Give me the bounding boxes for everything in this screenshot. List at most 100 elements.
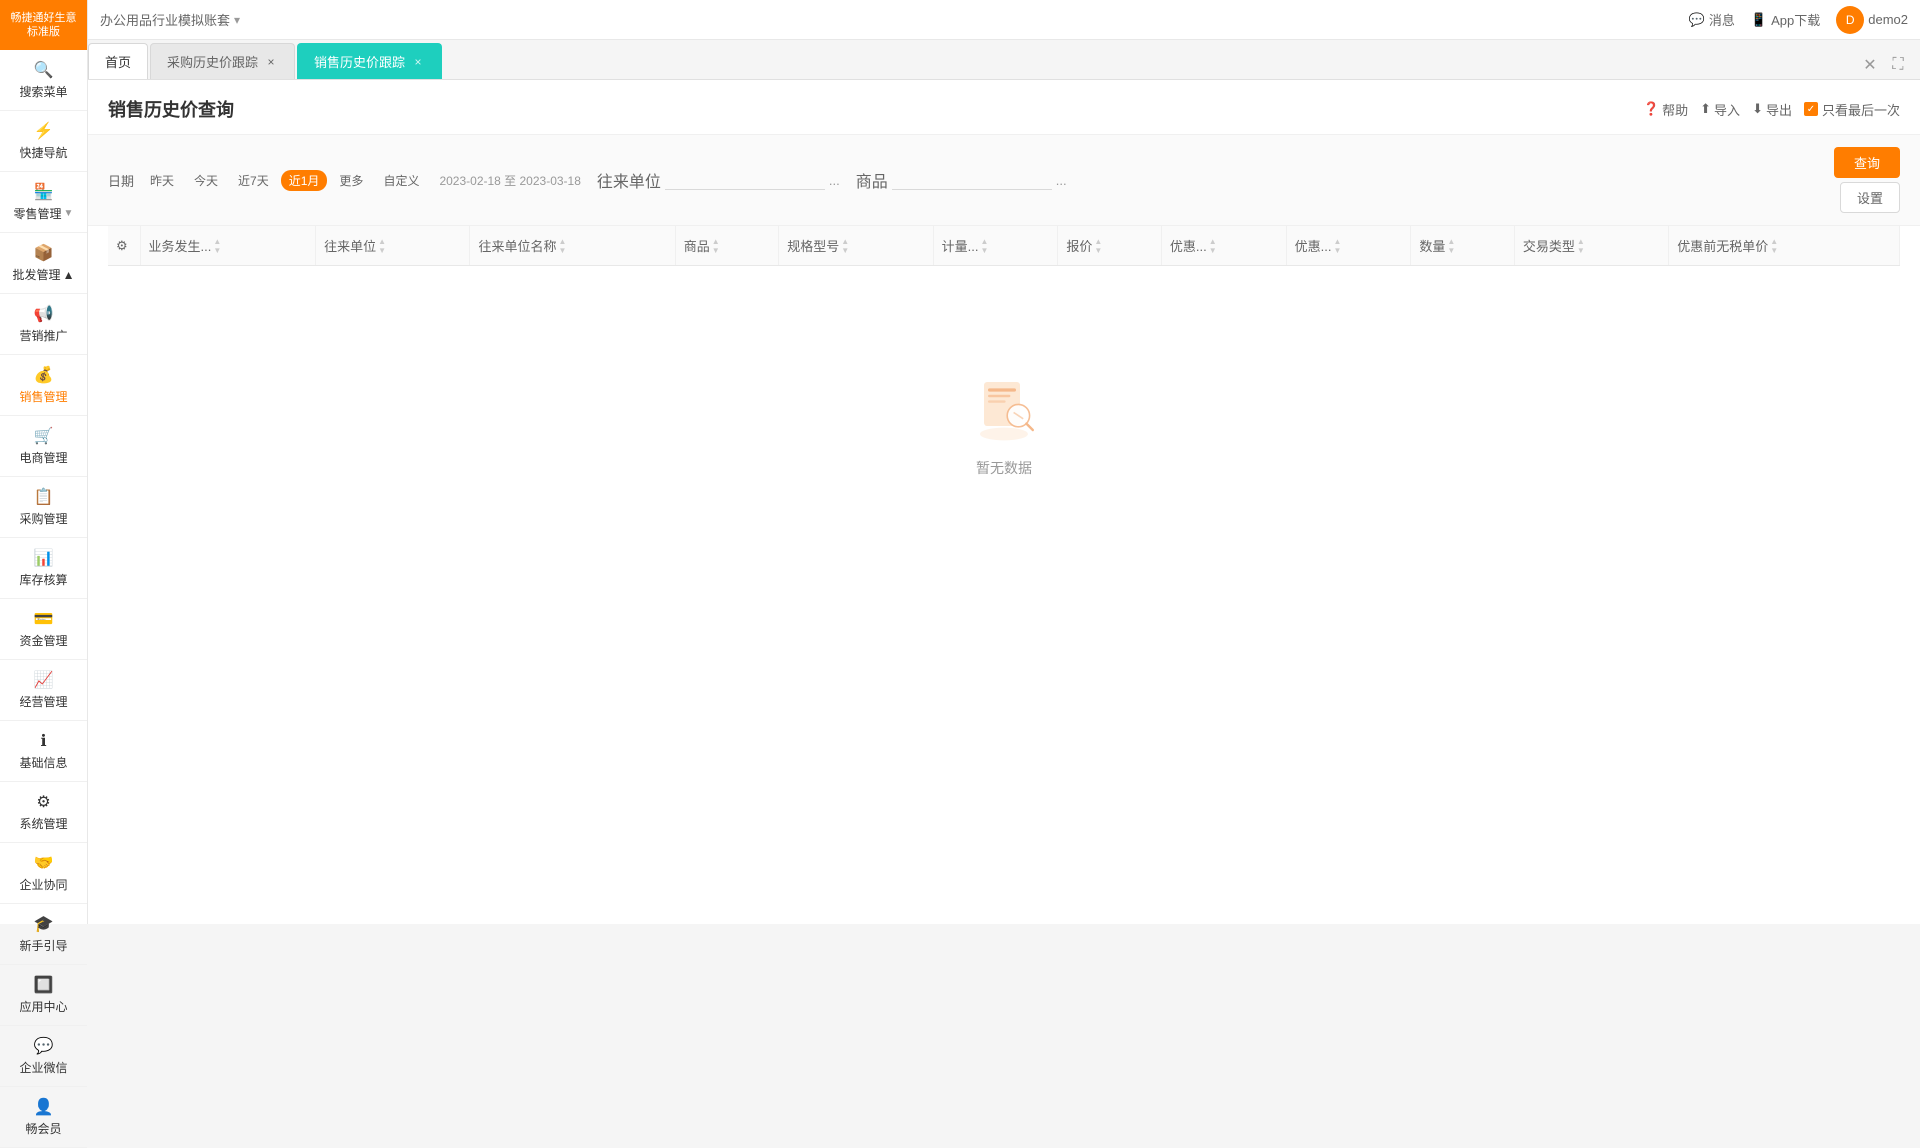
date-chip-custom[interactable]: 自定义 (375, 170, 427, 191)
sidebar-item-label: 销售管理 (19, 388, 67, 405)
table-container: ⚙ 业务发生... ▲▼ 往来单位 ▲▼ (88, 226, 1920, 578)
date-chips: 昨天 今天 近7天 近1月 更多 自定义 (142, 170, 427, 191)
sidebar-item-search[interactable]: 🔍 搜索菜单 (0, 50, 87, 111)
sidebar-item-apps[interactable]: 🔲 应用中心 (0, 965, 87, 1026)
sidebar-item-basic[interactable]: ℹ 基础信息 (0, 721, 87, 782)
wholesale-icon: 📦 (34, 243, 54, 263)
table-col-partner-code[interactable]: 往来单位 ▲▼ (316, 226, 470, 266)
tab-sales-close-icon[interactable]: × (411, 55, 425, 69)
sidebar-item-retail[interactable]: 🏪 零售管理 ▼ (0, 172, 87, 233)
sidebar-item-label: 搜索菜单 (19, 83, 67, 100)
username: demo2 (1868, 12, 1908, 27)
finance-icon: 💳 (34, 609, 54, 629)
date-chip-last7[interactable]: 近7天 (230, 170, 277, 191)
sort-arrows-biz-date: ▲▼ (213, 237, 221, 255)
sort-arrows-spec: ▲▼ (841, 237, 849, 255)
tab-home[interactable]: 首页 (88, 43, 148, 79)
date-chip-last1m[interactable]: 近1月 (281, 170, 328, 191)
avatar: D (1836, 6, 1864, 34)
help-button[interactable]: ❓ 帮助 (1643, 100, 1688, 119)
account-dropdown[interactable]: 办公用品行业模拟账套 ▾ (100, 10, 240, 29)
message-button[interactable]: 💬 消息 (1689, 10, 1735, 29)
only-last-label: 只看最后一次 (1822, 100, 1900, 119)
sidebar-item-label: 采购管理 (19, 510, 67, 527)
sales-icon: 💰 (34, 365, 54, 385)
sidebar-item-member[interactable]: 👤 畅会员 (0, 1087, 87, 1148)
sidebar-item-label: 企业协同 (19, 876, 67, 893)
table-col-unit[interactable]: 计量... ▲▼ (933, 226, 1058, 266)
table-header: ⚙ 业务发生... ▲▼ 往来单位 ▲▼ (108, 226, 1900, 266)
member-icon: 👤 (34, 1097, 54, 1117)
tab-purchase-close-icon[interactable]: × (264, 55, 278, 69)
partner-dots[interactable]: ... (829, 173, 840, 188)
sidebar-item-system[interactable]: ⚙ 系统管理 (0, 782, 87, 843)
sidebar-item-enterprise[interactable]: 🤝 企业协同 (0, 843, 87, 904)
basic-icon: ℹ (40, 731, 46, 751)
product-dots[interactable]: ... (1056, 173, 1067, 188)
system-icon: ⚙ (36, 792, 50, 812)
sidebar-item-quicknav[interactable]: ⚡ 快捷导航 (0, 111, 87, 172)
apps-icon: 🔲 (34, 975, 54, 995)
message-label: 消息 (1709, 10, 1735, 29)
sidebar-item-sales[interactable]: 💰 销售管理 (0, 355, 87, 416)
date-filter-label: 日期 (108, 171, 134, 190)
sidebar-item-label: 新手引导 (19, 937, 67, 954)
sidebar-item-label: 快捷导航 (19, 144, 67, 161)
enterprise-icon: 🤝 (34, 853, 54, 873)
table-col-spec[interactable]: 规格型号 ▲▼ (779, 226, 933, 266)
sidebar-item-ecommerce[interactable]: 🛒 电商管理 (0, 416, 87, 477)
tab-sales-history[interactable]: 销售历史价跟踪 × (297, 43, 442, 79)
close-window-button[interactable]: ✕ (1860, 55, 1880, 75)
table-col-partner-name[interactable]: 往来单位名称 ▲▼ (470, 226, 675, 266)
maximize-window-button[interactable]: ⛶ (1888, 55, 1908, 75)
date-chip-yesterday[interactable]: 昨天 (142, 170, 182, 191)
table-col-quantity[interactable]: 数量 ▲▼ (1411, 226, 1515, 266)
sidebar-item-label: 零售管理 (14, 205, 62, 222)
table-col-trade-type[interactable]: 交易类型 ▲▼ (1514, 226, 1668, 266)
export-icon: ⬇ (1752, 101, 1763, 117)
user-menu[interactable]: D demo2 (1836, 6, 1908, 34)
app-download-button[interactable]: 📱 App下载 (1751, 10, 1820, 29)
sidebar-item-marketing[interactable]: 📢 营销推广 (0, 294, 87, 355)
sidebar-item-wholesale[interactable]: 📦 批发管理 ▲ (0, 233, 87, 294)
sidebar-item-label: 应用中心 (19, 998, 67, 1015)
logo-text: 畅捷通好生意标准版 (11, 11, 77, 40)
export-button[interactable]: ⬇ 导出 (1752, 100, 1792, 119)
table-col-discount2[interactable]: 优惠... ▲▼ (1286, 226, 1411, 266)
sidebar-item-guide[interactable]: 🎓 新手引导 (0, 904, 87, 965)
product-input[interactable] (892, 170, 1052, 190)
sort-arrows-partner-name: ▲▼ (558, 237, 566, 255)
page-content: 销售历史价查询 ❓ 帮助 ⬆ 导入 ⬇ 导出 ✓ 只看最后一次 (88, 80, 1920, 924)
sidebar-item-finance[interactable]: 💳 资金管理 (0, 599, 87, 660)
sidebar: 畅捷通好生意标准版 🔍 搜索菜单 ⚡ 快捷导航 🏪 零售管理 ▼ 📦 批发管理 … (0, 0, 88, 924)
date-chip-more[interactable]: 更多 (331, 170, 371, 191)
partner-input[interactable] (665, 170, 825, 190)
sort-arrows-discount2: ▲▼ (1333, 237, 1341, 255)
table-col-settings[interactable]: ⚙ (108, 226, 140, 266)
column-settings-icon[interactable]: ⚙ (116, 238, 128, 253)
sidebar-item-label: 基础信息 (19, 754, 67, 771)
sidebar-item-inventory[interactable]: 📊 库存核算 (0, 538, 87, 599)
sidebar-item-wechat[interactable]: 💬 企业微信 (0, 1026, 87, 1087)
ecommerce-icon: 🛒 (34, 426, 54, 446)
help-icon: ❓ (1643, 101, 1659, 117)
tab-home-label: 首页 (105, 52, 131, 71)
table-col-pre-discount-price[interactable]: 优惠前无税单价 ▲▼ (1669, 226, 1900, 266)
date-chip-today[interactable]: 今天 (186, 170, 226, 191)
mobile-icon: 📱 (1751, 12, 1767, 28)
import-button[interactable]: ⬆ 导入 (1700, 100, 1740, 119)
table-col-biz-date[interactable]: 业务发生... ▲▼ (140, 226, 316, 266)
sidebar-item-purchase[interactable]: 📋 采购管理 (0, 477, 87, 538)
sidebar-item-label: 经营管理 (19, 693, 67, 710)
settings-button[interactable]: 设置 (1840, 182, 1900, 213)
table-col-quote[interactable]: 报价 ▲▼ (1058, 226, 1162, 266)
table-col-discount1[interactable]: 优惠... ▲▼ (1161, 226, 1286, 266)
app-label: App下载 (1771, 10, 1820, 29)
partner-filter-label: 往来单位 (597, 168, 661, 192)
table-col-product[interactable]: 商品 ▲▼ (675, 226, 779, 266)
sidebar-item-operations[interactable]: 📈 经营管理 (0, 660, 87, 721)
only-last-checkbox[interactable]: ✓ 只看最后一次 (1804, 100, 1900, 119)
tab-purchase-history[interactable]: 采购历史价跟踪 × (150, 43, 295, 79)
date-range-display[interactable]: 2023-02-18 至 2023-03-18 (439, 172, 580, 189)
query-button[interactable]: 查询 (1834, 147, 1900, 178)
